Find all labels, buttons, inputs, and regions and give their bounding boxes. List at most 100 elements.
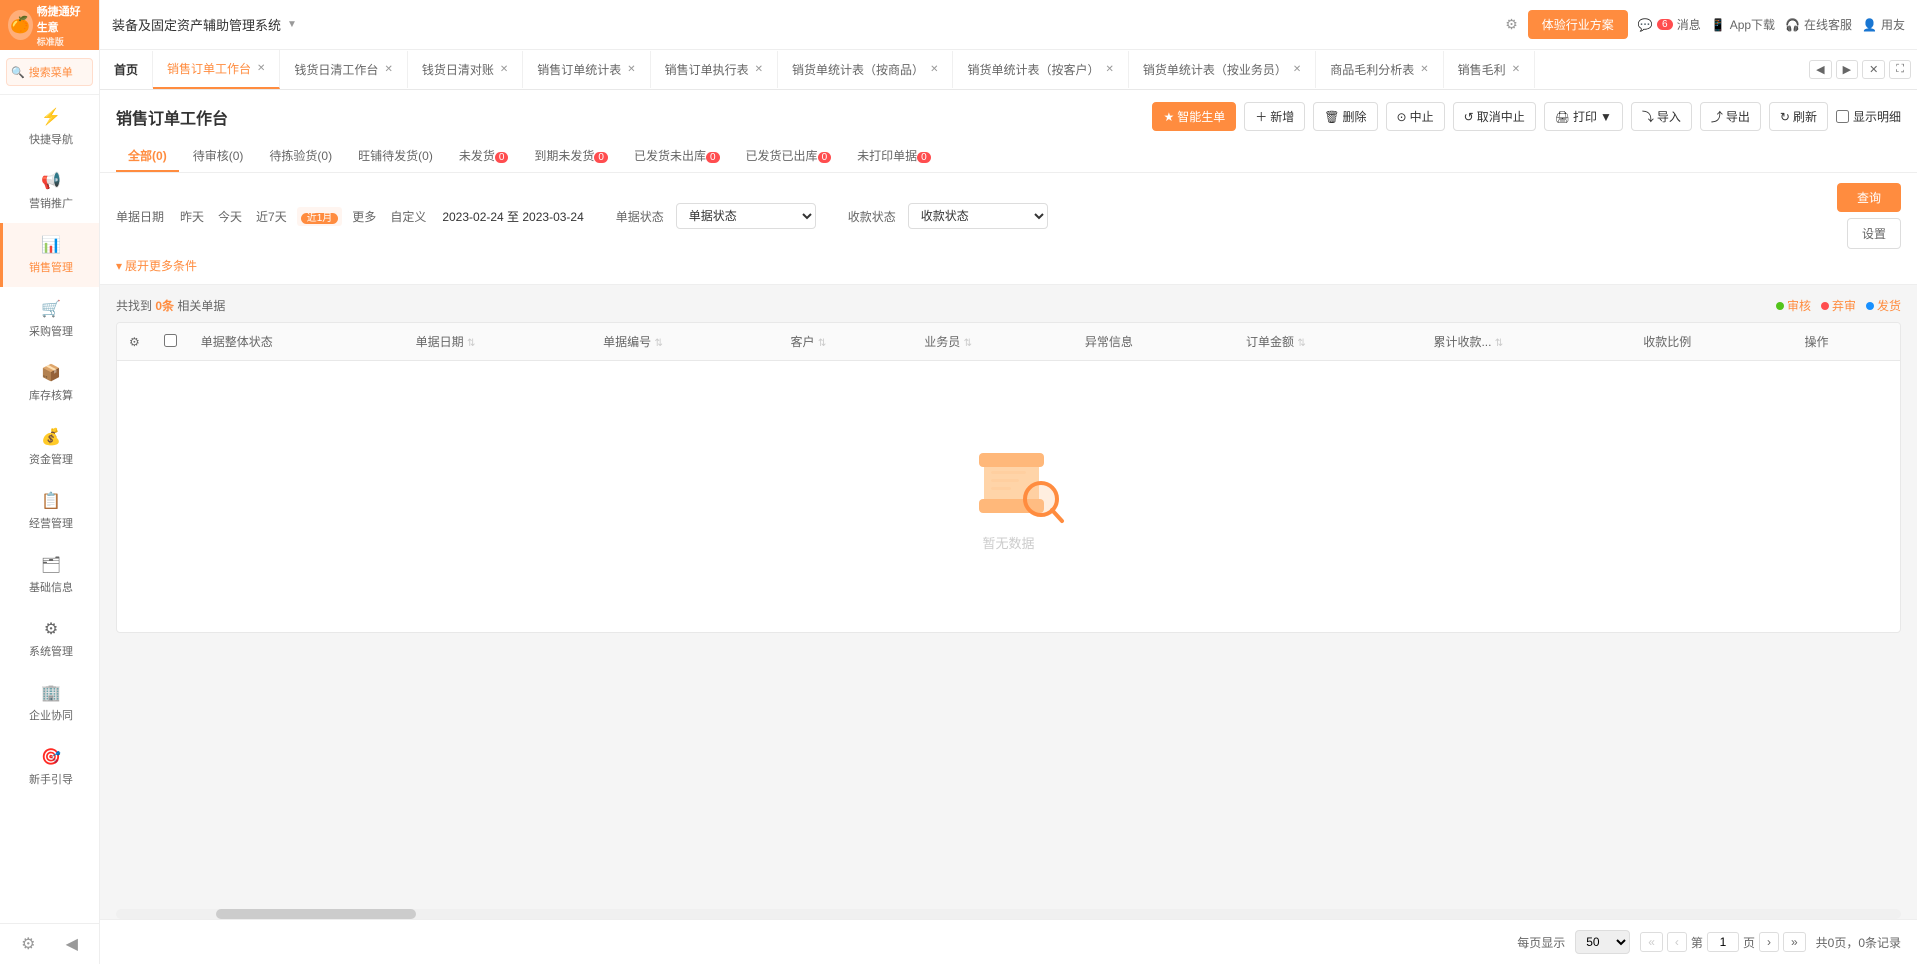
tab-sales-exec[interactable]: 销售订单执行表 ✕: [651, 51, 778, 88]
set-button[interactable]: 设置: [1847, 218, 1901, 249]
amount-sort-icon[interactable]: ⇅: [1297, 338, 1305, 349]
ship-button[interactable]: 发货: [1866, 297, 1901, 314]
next-page-button[interactable]: ›: [1759, 932, 1779, 952]
tab-close-sales-order[interactable]: ✕: [257, 63, 265, 74]
tab-close-gross-margin[interactable]: ✕: [1420, 64, 1428, 75]
expand-filter-button[interactable]: ▾ 展开更多条件: [116, 257, 1901, 274]
tab-sales-by-staff[interactable]: 销货单统计表（按业务员） ✕: [1129, 51, 1316, 88]
sidebar-settings-button[interactable]: ⚙: [21, 934, 35, 954]
horizontal-scrollbar[interactable]: [116, 909, 1901, 919]
tab-close-sales-stat[interactable]: ✕: [627, 64, 635, 75]
message-button[interactable]: 💬 6 消息: [1638, 16, 1701, 33]
tab-sales-profit[interactable]: 销售毛利 ✕: [1444, 51, 1535, 88]
subtab-wangpu[interactable]: 旺铺待发货(0): [346, 141, 445, 172]
staff-sort-icon[interactable]: ⇅: [964, 338, 972, 349]
search-menu-button[interactable]: 🔍 搜索菜单: [6, 58, 93, 86]
show-detail-toggle[interactable]: 显示明细: [1836, 108, 1901, 125]
subtab-pending-review[interactable]: 待审核(0): [181, 141, 256, 172]
th-date[interactable]: 单据日期 ⇅: [404, 323, 591, 361]
tab-cash-daily[interactable]: 钱货日清工作台 ✕: [280, 51, 407, 88]
import-button[interactable]: ⤵ 导入: [1631, 102, 1692, 131]
first-page-button[interactable]: «: [1640, 932, 1663, 952]
tab-close-sales-by-product[interactable]: ✕: [930, 64, 938, 75]
sidebar-item-quick-nav[interactable]: ⚡ 快捷导航: [0, 95, 99, 159]
subtab-overdue[interactable]: 到期未发货0: [522, 141, 620, 172]
date-more[interactable]: 更多: [348, 206, 380, 227]
customer-sort-icon[interactable]: ⇅: [818, 338, 826, 349]
th-customer[interactable]: 客户 ⇅: [779, 323, 913, 361]
delete-button[interactable]: 🗑 删除: [1313, 102, 1377, 131]
date-today[interactable]: 今天: [214, 206, 246, 227]
per-page-select[interactable]: 50 10 20 100: [1575, 930, 1630, 954]
tab-close-sales-profit[interactable]: ✕: [1512, 64, 1520, 75]
query-button[interactable]: 查询: [1837, 183, 1901, 212]
sidebar-item-basic[interactable]: 🗂 基础信息: [0, 543, 99, 607]
sidebar-item-operation[interactable]: 📋 经营管理: [0, 479, 99, 543]
th-number[interactable]: 单据编号 ⇅: [591, 323, 778, 361]
sidebar-item-enterprise[interactable]: 🏢 企业协同: [0, 671, 99, 735]
subtab-shipped-out[interactable]: 已发货已出库0: [734, 141, 844, 172]
tab-home[interactable]: 首页: [100, 51, 153, 88]
audit-button[interactable]: 审核: [1776, 297, 1811, 314]
title-expand-icon[interactable]: ▼: [287, 19, 297, 30]
tab-scroll-left[interactable]: ◀: [1809, 60, 1831, 79]
add-button[interactable]: ＋ 新增: [1244, 102, 1305, 131]
tab-fullscreen[interactable]: ⛶: [1889, 60, 1911, 79]
tab-gross-margin[interactable]: 商品毛利分析表 ✕: [1316, 51, 1443, 88]
solution-button[interactable]: 体验行业方案: [1528, 10, 1628, 39]
date-yesterday[interactable]: 昨天: [176, 206, 208, 227]
last-page-button[interactable]: »: [1783, 932, 1806, 952]
refresh-button[interactable]: ↻ 刷新: [1769, 102, 1828, 131]
th-collected[interactable]: 累计收款... ⇅: [1421, 323, 1631, 361]
subtab-not-printed[interactable]: 未打印单据0: [845, 141, 943, 172]
select-all-checkbox[interactable]: [164, 334, 177, 347]
stop-button[interactable]: ⊙ 中止: [1386, 102, 1445, 131]
status-filter-select[interactable]: 单据状态: [676, 203, 816, 229]
tab-sales-by-customer[interactable]: 销货单统计表（按客户） ✕: [953, 51, 1128, 88]
app-download-button[interactable]: 📱 App下载: [1711, 16, 1775, 33]
tab-close-sales-exec[interactable]: ✕: [755, 64, 763, 75]
tab-sales-stat[interactable]: 销售订单统计表 ✕: [523, 51, 650, 88]
sidebar-item-sales[interactable]: 📊 销售管理: [0, 223, 99, 287]
subtab-shipped-not-in[interactable]: 已发货未出库0: [622, 141, 732, 172]
tab-close-sales-by-customer[interactable]: ✕: [1105, 64, 1113, 75]
date-custom[interactable]: 自定义: [386, 206, 430, 227]
subtab-pending-inspect[interactable]: 待拣验货(0): [257, 141, 344, 172]
date-sort-icon[interactable]: ⇅: [467, 338, 475, 349]
sidebar-item-purchase[interactable]: 🛒 采购管理: [0, 287, 99, 351]
cancel-stop-button[interactable]: ↺ 取消中止: [1453, 102, 1536, 131]
tab-sales-order-workspace[interactable]: 销售订单工作台 ✕: [153, 50, 280, 89]
page-input[interactable]: [1707, 932, 1739, 952]
online-service-button[interactable]: 🎧 在线客服: [1785, 16, 1852, 33]
smart-gen-button[interactable]: ★ 智能生单: [1152, 102, 1236, 131]
user-menu-button[interactable]: 👤 用友: [1862, 16, 1905, 33]
show-detail-checkbox[interactable]: [1836, 110, 1849, 123]
cancel-audit-button[interactable]: 弃审: [1821, 297, 1856, 314]
collected-sort-icon[interactable]: ⇅: [1495, 338, 1503, 349]
subtab-not-shipped[interactable]: 未发货0: [447, 141, 521, 172]
tab-scroll-right[interactable]: ▶: [1836, 60, 1858, 79]
sidebar-collapse-button[interactable]: ◀: [66, 934, 78, 954]
tab-close-cash-reconcile[interactable]: ✕: [500, 64, 508, 75]
topbar-settings-icon[interactable]: ⚙: [1505, 16, 1518, 33]
prev-page-button[interactable]: ‹: [1667, 932, 1687, 952]
sidebar-item-newbie[interactable]: 🎯 新手引导: [0, 735, 99, 799]
subtab-all[interactable]: 全部(0): [116, 141, 179, 172]
number-sort-icon[interactable]: ⇅: [654, 338, 662, 349]
tab-close-sales-by-staff[interactable]: ✕: [1293, 64, 1301, 75]
export-button[interactable]: ⤴ 导出: [1700, 102, 1761, 131]
sidebar-item-system[interactable]: ⚙ 系统管理: [0, 607, 99, 671]
sidebar-item-finance[interactable]: 💰 资金管理: [0, 415, 99, 479]
print-button[interactable]: 🖨 打印 ▼: [1544, 102, 1623, 131]
sidebar-item-marketing[interactable]: 📢 营销推广: [0, 159, 99, 223]
print-dropdown-icon[interactable]: ▼: [1600, 110, 1612, 124]
scrollbar-thumb[interactable]: [216, 909, 416, 919]
tab-cash-reconcile[interactable]: 钱货日清对账 ✕: [408, 51, 523, 88]
date-last1m[interactable]: 近1月: [297, 207, 343, 226]
payment-filter-select[interactable]: 收款状态: [908, 203, 1048, 229]
th-settings[interactable]: ⚙: [117, 323, 152, 361]
th-amount[interactable]: 订单金额 ⇅: [1234, 323, 1421, 361]
th-checkbox[interactable]: [152, 323, 189, 361]
tab-sales-by-product[interactable]: 销货单统计表（按商品） ✕: [778, 51, 953, 88]
tab-close-cash-daily[interactable]: ✕: [384, 64, 392, 75]
